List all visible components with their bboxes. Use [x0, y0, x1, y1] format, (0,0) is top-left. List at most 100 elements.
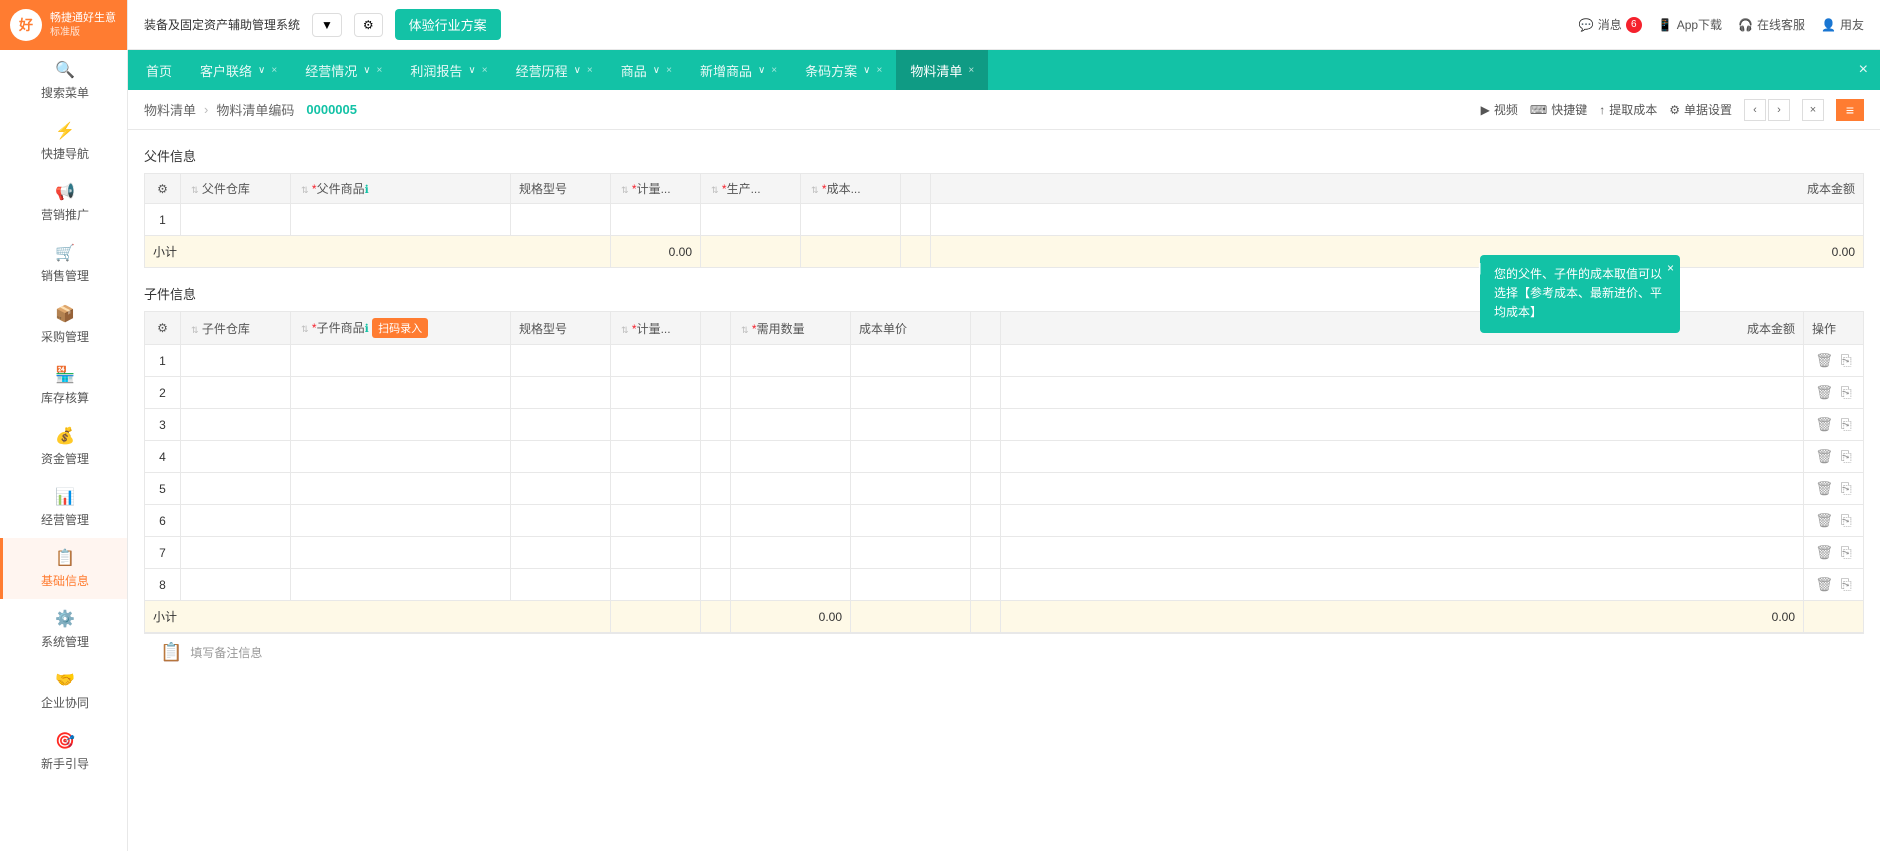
child-cell-product-1[interactable]	[291, 345, 511, 377]
child-table-gear-icon[interactable]: ⚙	[157, 321, 168, 335]
close-icon[interactable]: ×	[587, 65, 593, 76]
child-cell-unitprice-5[interactable]	[851, 473, 971, 505]
tab-new-product[interactable]: 新增商品 ∨ ×	[686, 50, 791, 90]
child-cell-qty-2[interactable]	[731, 377, 851, 409]
copy-icon-8[interactable]: ⎘	[1838, 574, 1853, 594]
parent-cell-unit[interactable]	[611, 204, 701, 236]
child-cell-product-5[interactable]	[291, 473, 511, 505]
child-cell-warehouse-4[interactable]	[181, 441, 291, 473]
child-cell-unit-2[interactable]	[611, 377, 701, 409]
scan-input-btn[interactable]: 扫码录入	[372, 318, 428, 338]
child-cell-product-8[interactable]	[291, 569, 511, 601]
child-cell-warehouse-3[interactable]	[181, 409, 291, 441]
sidebar-item-system[interactable]: ⚙️ 系统管理	[0, 599, 127, 660]
system-dropdown-btn[interactable]: ▼	[312, 13, 342, 37]
child-cell-product-6[interactable]	[291, 505, 511, 537]
child-cell-unitprice-2[interactable]	[851, 377, 971, 409]
parent-cell-production[interactable]	[701, 204, 801, 236]
child-cell-spec-2[interactable]	[511, 377, 611, 409]
child-cell-unit-6[interactable]	[611, 505, 701, 537]
message-item[interactable]: 💬 消息 6	[1579, 16, 1642, 33]
child-cell-warehouse-2[interactable]	[181, 377, 291, 409]
child-cell-warehouse-1[interactable]	[181, 345, 291, 377]
child-cell-unitprice-6[interactable]	[851, 505, 971, 537]
child-cell-unitprice-3[interactable]	[851, 409, 971, 441]
copy-icon-1[interactable]: ⎘	[1838, 350, 1853, 370]
sidebar-item-operations[interactable]: 📊 经营管理	[0, 477, 127, 538]
next-btn[interactable]: ›	[1768, 99, 1790, 121]
child-cell-spec-1[interactable]	[511, 345, 611, 377]
child-cell-unit-3[interactable]	[611, 409, 701, 441]
remark-placeholder[interactable]: 填写备注信息	[190, 644, 262, 661]
user-item[interactable]: 👤 用友	[1821, 16, 1864, 33]
tab-history[interactable]: 经营历程 ∨ ×	[502, 50, 607, 90]
tab-home[interactable]: 首页	[132, 50, 186, 90]
sidebar-item-basic-info[interactable]: 📋 基础信息	[0, 538, 127, 599]
child-cell-unitprice-1[interactable]	[851, 345, 971, 377]
child-cell-spec-5[interactable]	[511, 473, 611, 505]
close-icon[interactable]: ×	[377, 65, 383, 76]
settings-btn[interactable]: ⚙	[354, 13, 383, 37]
child-cell-spec-7[interactable]	[511, 537, 611, 569]
tab-product[interactable]: 商品 ∨ ×	[607, 50, 686, 90]
close-icon[interactable]: ×	[482, 65, 488, 76]
child-cell-product-7[interactable]	[291, 537, 511, 569]
child-cell-product-4[interactable]	[291, 441, 511, 473]
child-cell-qty-7[interactable]	[731, 537, 851, 569]
close-icon[interactable]: ×	[968, 65, 974, 76]
parent-cell-spec[interactable]	[511, 204, 611, 236]
tooltip-close-btn[interactable]: ×	[1667, 259, 1674, 278]
sidebar-item-sales[interactable]: 🛒 销售管理	[0, 233, 127, 294]
parent-cell-cost[interactable]	[801, 204, 901, 236]
child-cell-unit-4[interactable]	[611, 441, 701, 473]
parent-cell-warehouse[interactable]	[181, 204, 291, 236]
single-settings-action[interactable]: ⚙ 单据设置	[1669, 101, 1732, 118]
breadcrumb-item-list[interactable]: 物料清单	[144, 100, 196, 119]
child-cell-warehouse-6[interactable]	[181, 505, 291, 537]
delete-icon-7[interactable]: 🗑	[1813, 542, 1835, 562]
copy-icon-4[interactable]: ⎘	[1838, 446, 1853, 466]
try-button[interactable]: 体验行业方案	[395, 9, 501, 40]
sidebar-item-finance[interactable]: 💰 资金管理	[0, 416, 127, 477]
extract-cost-action[interactable]: ↑ 提取成本	[1599, 101, 1657, 118]
copy-icon-3[interactable]: ⎘	[1838, 414, 1853, 434]
child-cell-spec-4[interactable]	[511, 441, 611, 473]
sidebar-item-guide[interactable]: 🎯 新手引导	[0, 721, 127, 782]
app-download-item[interactable]: 📱 App下载	[1658, 16, 1722, 33]
delete-icon-4[interactable]: 🗑	[1813, 446, 1835, 466]
close-icon[interactable]: ×	[876, 65, 882, 76]
view-action[interactable]: ▶ 视频	[1481, 101, 1518, 118]
tab-barcode[interactable]: 条码方案 ∨ ×	[791, 50, 896, 90]
table-gear-icon[interactable]: ⚙	[157, 182, 168, 196]
child-cell-spec-3[interactable]	[511, 409, 611, 441]
sidebar-item-inventory[interactable]: 🏪 库存核算	[0, 355, 127, 416]
sidebar-item-purchase[interactable]: 📦 采购管理	[0, 294, 127, 355]
delete-icon-3[interactable]: 🗑	[1813, 414, 1835, 434]
child-cell-unit-1[interactable]	[611, 345, 701, 377]
delete-icon-5[interactable]: 🗑	[1813, 478, 1835, 498]
child-cell-qty-4[interactable]	[731, 441, 851, 473]
child-cell-unit-5[interactable]	[611, 473, 701, 505]
child-cell-qty-5[interactable]	[731, 473, 851, 505]
child-cell-qty-8[interactable]	[731, 569, 851, 601]
tab-customer[interactable]: 客户联络 ∨ ×	[186, 50, 291, 90]
shortcut-action[interactable]: ⌨ 快捷键	[1530, 101, 1587, 118]
child-cell-unitprice-4[interactable]	[851, 441, 971, 473]
sidebar-item-quick-nav[interactable]: ⚡ 快捷导航	[0, 111, 127, 172]
child-cell-qty-6[interactable]	[731, 505, 851, 537]
parent-cell-product[interactable]	[291, 204, 511, 236]
sidebar-item-enterprise[interactable]: 🤝 企业协同	[0, 660, 127, 721]
child-cell-spec-6[interactable]	[511, 505, 611, 537]
tab-profit[interactable]: 利润报告 ∨ ×	[396, 50, 501, 90]
child-cell-product-3[interactable]	[291, 409, 511, 441]
child-cell-unit-7[interactable]	[611, 537, 701, 569]
copy-icon-6[interactable]: ⎘	[1838, 510, 1853, 530]
child-cell-unit-8[interactable]	[611, 569, 701, 601]
close-icon[interactable]: ×	[666, 65, 672, 76]
prev-btn[interactable]: ‹	[1744, 99, 1766, 121]
close-page-btn[interactable]: ×	[1802, 99, 1824, 121]
child-cell-warehouse-7[interactable]	[181, 537, 291, 569]
delete-icon-2[interactable]: 🗑	[1813, 382, 1835, 402]
child-cell-unitprice-8[interactable]	[851, 569, 971, 601]
tab-operations[interactable]: 经营情况 ∨ ×	[291, 50, 396, 90]
